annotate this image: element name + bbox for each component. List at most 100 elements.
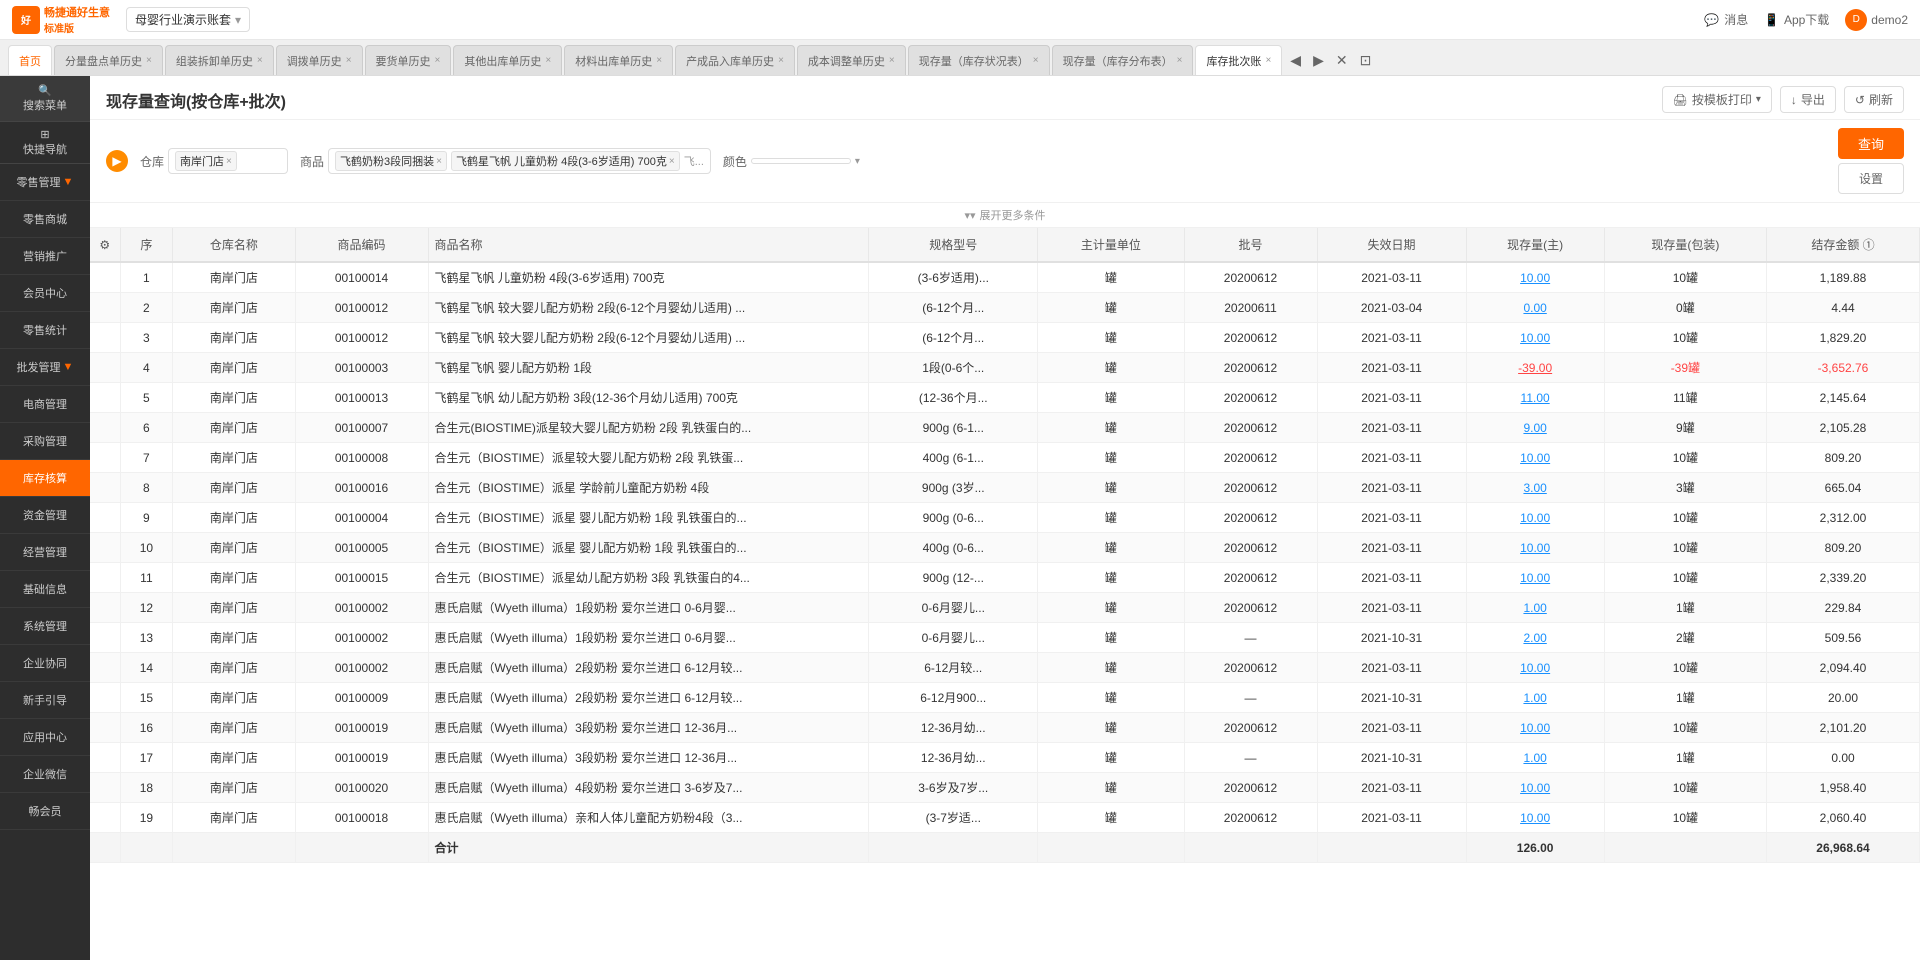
sidebar-item-ops[interactable]: 经营管理 bbox=[0, 534, 90, 571]
warehouse-tag-remove[interactable]: × bbox=[226, 156, 232, 167]
cell-stock-main[interactable]: 10.00 bbox=[1466, 323, 1604, 353]
cell-settings[interactable] bbox=[90, 443, 120, 473]
sidebar-item-marketing[interactable]: 营销推广 bbox=[0, 238, 90, 275]
cell-settings[interactable] bbox=[90, 623, 120, 653]
sidebar-item-retail[interactable]: 零售管理 ▼ bbox=[0, 164, 90, 201]
product-tag-1[interactable]: 飞鹤奶粉3段同捆装 × bbox=[335, 151, 447, 171]
cell-stock-main[interactable]: 10.00 bbox=[1466, 713, 1604, 743]
tab-home[interactable]: 首页 bbox=[8, 45, 52, 75]
cell-settings[interactable] bbox=[90, 803, 120, 833]
filter-toggle-btn[interactable]: ▶ bbox=[106, 150, 128, 172]
cell-settings[interactable] bbox=[90, 653, 120, 683]
cell-settings[interactable] bbox=[90, 383, 120, 413]
sidebar-item-corp-wx[interactable]: 企业微信 bbox=[0, 756, 90, 793]
cell-settings[interactable] bbox=[90, 503, 120, 533]
sidebar-search[interactable]: 🔍 搜索菜单 bbox=[0, 76, 90, 122]
sidebar-item-vip[interactable]: 畅会员 bbox=[0, 793, 90, 830]
cell-settings[interactable] bbox=[90, 473, 120, 503]
app-download-btn[interactable]: 📱 App下载 bbox=[1764, 11, 1829, 28]
cell-settings[interactable] bbox=[90, 683, 120, 713]
user-avatar[interactable]: D demo2 bbox=[1845, 9, 1908, 31]
tab-close-product-in[interactable]: × bbox=[778, 55, 784, 66]
tab-close-split[interactable]: × bbox=[146, 55, 152, 66]
tab-close-cost-adj[interactable]: × bbox=[889, 55, 895, 66]
cell-stock-main[interactable]: 1.00 bbox=[1466, 743, 1604, 773]
sidebar-shortcut[interactable]: ⊞ 快捷导航 bbox=[0, 122, 90, 164]
tab-product-in[interactable]: 产成品入库单历史 × bbox=[675, 45, 795, 75]
cell-settings[interactable] bbox=[90, 413, 120, 443]
cell-settings[interactable] bbox=[90, 293, 120, 323]
sidebar-item-corp[interactable]: 企业协同 bbox=[0, 645, 90, 682]
cell-stock-main[interactable]: 1.00 bbox=[1466, 683, 1604, 713]
cell-settings[interactable] bbox=[90, 593, 120, 623]
sidebar-item-guide[interactable]: 新手引导 bbox=[0, 682, 90, 719]
tab-stock-status[interactable]: 现存量（库存状况表） × bbox=[908, 45, 1050, 75]
store-selector[interactable]: 母婴行业演示账套 ▾ bbox=[126, 7, 250, 32]
tab-split[interactable]: 分量盘点单历史 × bbox=[54, 45, 163, 75]
sidebar-item-retail-stat[interactable]: 零售统计 bbox=[0, 312, 90, 349]
cell-settings[interactable] bbox=[90, 773, 120, 803]
tab-close-all[interactable]: ✕ bbox=[1330, 45, 1354, 75]
tab-nav-right[interactable]: ▶ bbox=[1307, 45, 1330, 75]
tab-close-other-out[interactable]: × bbox=[545, 55, 551, 66]
tab-close-batch[interactable]: × bbox=[1265, 55, 1271, 66]
msg-btn[interactable]: 💬 消息 bbox=[1704, 11, 1748, 28]
export-btn[interactable]: ↓ 导出 bbox=[1780, 86, 1836, 113]
tab-close-stock-status[interactable]: × bbox=[1033, 55, 1039, 66]
col-settings[interactable]: ⚙ bbox=[90, 228, 120, 262]
tab-batch[interactable]: 库存批次账 × bbox=[1195, 45, 1282, 75]
tab-mix[interactable]: 调拨单历史 × bbox=[276, 45, 363, 75]
tab-unpack[interactable]: 组装拆卸单历史 × bbox=[165, 45, 274, 75]
warehouse-tag[interactable]: 南岸门店 × bbox=[175, 151, 237, 171]
cell-stock-main[interactable]: 10.00 bbox=[1466, 443, 1604, 473]
sidebar-item-purchase[interactable]: 采购管理 bbox=[0, 423, 90, 460]
cell-stock-main[interactable]: 10.00 bbox=[1466, 503, 1604, 533]
tab-stock-dist[interactable]: 现存量（库存分布表） × bbox=[1052, 45, 1194, 75]
product-tag-2-remove[interactable]: × bbox=[669, 156, 675, 167]
sidebar-item-ecom[interactable]: 电商管理 bbox=[0, 386, 90, 423]
cell-stock-main[interactable]: 11.00 bbox=[1466, 383, 1604, 413]
cell-stock-main[interactable]: 10.00 bbox=[1466, 533, 1604, 563]
cell-settings[interactable] bbox=[90, 563, 120, 593]
product-tag-1-remove[interactable]: × bbox=[436, 156, 442, 167]
sidebar-item-sys[interactable]: 系统管理 bbox=[0, 608, 90, 645]
tab-other-out[interactable]: 其他出库单历史 × bbox=[453, 45, 562, 75]
tab-expand[interactable]: ⊡ bbox=[1354, 45, 1378, 75]
cell-settings[interactable] bbox=[90, 323, 120, 353]
sidebar-item-retail-shop[interactable]: 零售商城 bbox=[0, 201, 90, 238]
tab-cost-adj[interactable]: 成本调整单历史 × bbox=[797, 45, 906, 75]
cell-stock-main[interactable]: 0.00 bbox=[1466, 293, 1604, 323]
cell-stock-main[interactable]: 10.00 bbox=[1466, 262, 1604, 293]
cell-stock-main[interactable]: 9.00 bbox=[1466, 413, 1604, 443]
sidebar-item-member[interactable]: 会员中心 bbox=[0, 275, 90, 312]
cell-stock-main[interactable]: 1.00 bbox=[1466, 593, 1604, 623]
sidebar-item-app-center[interactable]: 应用中心 bbox=[0, 719, 90, 756]
tab-close-material-out[interactable]: × bbox=[656, 55, 662, 66]
tab-material-out[interactable]: 材料出库单历史 × bbox=[564, 45, 673, 75]
settings-btn[interactable]: 设置 bbox=[1838, 163, 1904, 194]
cell-stock-main[interactable]: 10.00 bbox=[1466, 563, 1604, 593]
cell-stock-main[interactable]: 3.00 bbox=[1466, 473, 1604, 503]
tab-close-stock-dist[interactable]: × bbox=[1177, 55, 1183, 66]
tab-close-req[interactable]: × bbox=[435, 55, 441, 66]
tab-req[interactable]: 要货单历史 × bbox=[365, 45, 452, 75]
color-tag-container[interactable] bbox=[751, 158, 851, 164]
cell-settings[interactable] bbox=[90, 353, 120, 383]
cell-settings[interactable] bbox=[90, 262, 120, 293]
cell-settings[interactable] bbox=[90, 713, 120, 743]
cell-stock-main[interactable]: 10.00 bbox=[1466, 803, 1604, 833]
cell-settings[interactable] bbox=[90, 743, 120, 773]
sidebar-item-finance[interactable]: 资金管理 bbox=[0, 497, 90, 534]
expand-btn[interactable]: ▾▾ 展开更多条件 bbox=[964, 207, 1045, 223]
tab-nav-left[interactable]: ◀ bbox=[1284, 45, 1307, 75]
cell-stock-main[interactable]: 10.00 bbox=[1466, 773, 1604, 803]
sidebar-item-wholesale[interactable]: 批发管理 ▼ bbox=[0, 349, 90, 386]
query-btn[interactable]: 查询 bbox=[1838, 128, 1904, 159]
cell-stock-main[interactable]: -39.00 bbox=[1466, 353, 1604, 383]
refresh-btn[interactable]: ↺ 刷新 bbox=[1844, 86, 1904, 113]
cell-stock-main[interactable]: 2.00 bbox=[1466, 623, 1604, 653]
print-btn[interactable]: 🖨 按模板打印 ▾ bbox=[1662, 86, 1772, 113]
product-tag-2[interactable]: 飞鹤星飞帆 儿童奶粉 4段(3-6岁适用) 700克 × bbox=[451, 151, 680, 171]
product-tag-container[interactable]: 飞鹤奶粉3段同捆装 × 飞鹤星飞帆 儿童奶粉 4段(3-6岁适用) 700克 ×… bbox=[328, 148, 711, 174]
tab-close-mix[interactable]: × bbox=[346, 55, 352, 66]
